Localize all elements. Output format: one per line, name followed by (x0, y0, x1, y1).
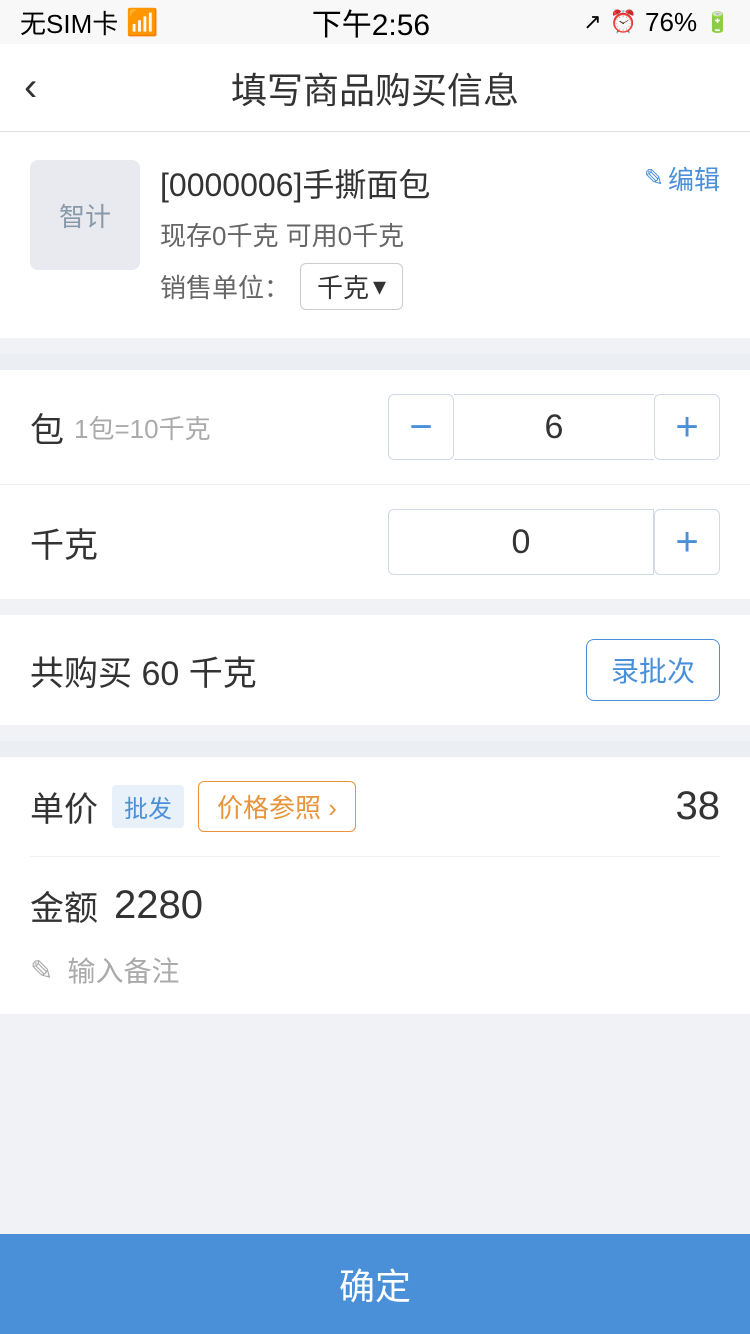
status-time: 下午2:56 (312, 0, 430, 44)
location-icon: ↗ (583, 9, 601, 35)
kg-label: 千克 (30, 518, 98, 567)
product-card: 智计 [0000006]手撕面包 现存0千克 可用0千克 销售单位： 千克 ▾ … (0, 132, 750, 338)
kg-qty-input[interactable] (388, 509, 654, 575)
bao-row: 包 1包=10千克 − + (0, 370, 750, 485)
alarm-icon: ⏰ (610, 9, 637, 35)
summary-text: 共购买 60 千克 (30, 646, 257, 695)
unit-value: 千克 (317, 268, 369, 305)
bao-label: 包 (30, 403, 64, 452)
batch-button[interactable]: 录批次 (586, 639, 720, 701)
product-stock: 现存0千克 可用0千克 (160, 216, 624, 253)
nav-bar: ‹ 填写商品购买信息 (0, 44, 750, 132)
amount-value: 2280 (114, 883, 203, 928)
amount-section: 金额 2280 ✎ 输入备注 (30, 857, 720, 1014)
page-title: 填写商品购买信息 (231, 62, 519, 114)
price-ref-button[interactable]: 价格参照 › (198, 781, 356, 832)
status-right: ↗ ⏰ 76% 🔋 (583, 7, 730, 38)
price-tag: 批发 (112, 785, 184, 828)
price-section: 单价 批发 价格参照 › 38 金额 2280 ✎ 输入备注 (0, 757, 750, 1014)
confirm-button[interactable]: 确定 (0, 1234, 750, 1334)
carrier-text: 无SIM卡 (20, 4, 118, 41)
summary-section: 共购买 60 千克 录批次 (0, 615, 750, 725)
product-image-placeholder: 智计 (59, 197, 111, 234)
bao-plus-button[interactable]: + (654, 394, 720, 460)
status-bar: 无SIM卡 📶 下午2:56 ↗ ⏰ 76% 🔋 (0, 0, 750, 44)
pencil-icon: ✎ (30, 954, 53, 987)
price-left: 单价 批发 价格参照 › (30, 781, 356, 832)
status-carrier: 无SIM卡 📶 (20, 4, 159, 41)
price-value: 38 (676, 784, 721, 829)
bao-qty-control: − + (388, 394, 720, 460)
amount-row: 金额 2280 (30, 881, 720, 930)
bao-section: 包 1包=10千克 − + 千克 + (0, 370, 750, 599)
edit-icon: ✎ (644, 164, 664, 193)
note-placeholder: 输入备注 (67, 950, 179, 990)
note-row[interactable]: ✎ 输入备注 (30, 950, 720, 990)
unit-select[interactable]: 千克 ▾ (300, 263, 403, 310)
kg-plus-button[interactable]: + (654, 509, 720, 575)
amount-label: 金额 (30, 881, 98, 930)
divider-1 (0, 354, 750, 370)
product-name: [0000006]手撕面包 (160, 160, 624, 206)
price-row: 单价 批发 价格参照 › 38 (30, 781, 720, 857)
wifi-icon: 📶 (126, 7, 158, 38)
edit-label: 编辑 (668, 160, 720, 197)
chevron-down-icon: ▾ (373, 271, 386, 302)
back-button[interactable]: ‹ (24, 65, 37, 110)
product-unit-row: 销售单位： 千克 ▾ (160, 263, 624, 310)
product-image: 智计 (30, 160, 140, 270)
content: 智计 [0000006]手撕面包 现存0千克 可用0千克 销售单位： 千克 ▾ … (0, 132, 750, 1294)
price-label: 单价 (30, 782, 98, 831)
kg-qty-control: + (388, 509, 720, 575)
kg-row: 千克 + (0, 485, 750, 599)
unit-label: 销售单位： (160, 268, 290, 305)
product-info: [0000006]手撕面包 现存0千克 可用0千克 销售单位： 千克 ▾ (160, 160, 624, 310)
bao-hint: 1包=10千克 (74, 409, 388, 446)
bao-qty-input[interactable] (454, 394, 654, 460)
edit-button[interactable]: ✎ 编辑 (644, 160, 720, 197)
bao-minus-button[interactable]: − (388, 394, 454, 460)
divider-2 (0, 741, 750, 757)
battery-icon: 🔋 (705, 10, 730, 35)
battery-text: 76% (645, 7, 697, 38)
